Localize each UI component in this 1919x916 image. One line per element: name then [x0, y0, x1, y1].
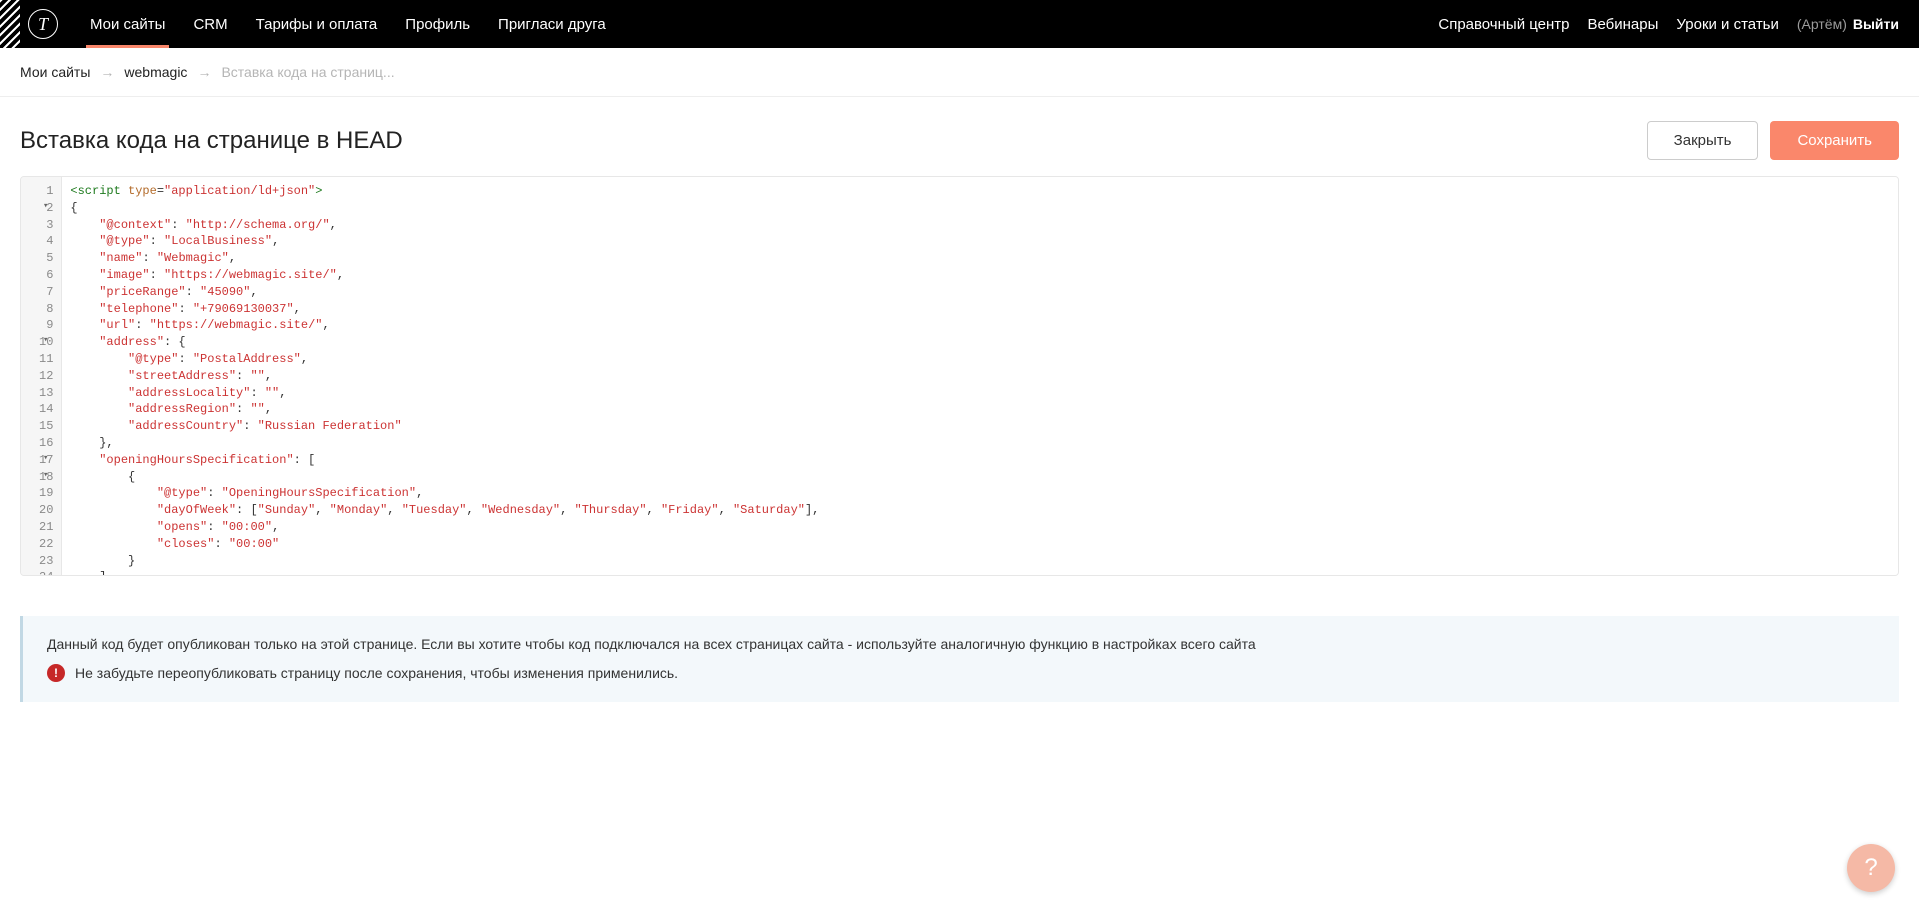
editor-container: 12▾345678910▾11121314151617▾18▾192021222… [0, 176, 1919, 600]
gutter-line: 18▾ [39, 469, 53, 486]
code-line[interactable]: "addressLocality": "", [70, 385, 1890, 402]
header-link-0[interactable]: Справочный центр [1438, 16, 1569, 33]
gutter-line: 3 [39, 217, 53, 234]
breadcrumb: Мои сайты → webmagic → Вставка кода на стран… [0, 48, 1919, 97]
fold-icon[interactable]: ▾ [43, 200, 48, 213]
gutter-line: 10▾ [39, 334, 53, 351]
header-link-2[interactable]: Уроки и статьи [1676, 16, 1778, 33]
code-line[interactable]: "@type": "PostalAddress", [70, 351, 1890, 368]
gutter-line: 1 [39, 183, 53, 200]
breadcrumb-item-1[interactable]: webmagic [124, 64, 187, 80]
alert-text: Не забудьте переопубликовать страницу по… [75, 665, 678, 681]
code-line[interactable]: "telephone": "+79069130037", [70, 301, 1890, 318]
fold-icon[interactable]: ▾ [43, 334, 48, 347]
gutter-line: 16 [39, 435, 53, 452]
line-gutter: 12▾345678910▾11121314151617▾18▾192021222… [21, 177, 62, 575]
gutter-line: 9 [39, 317, 53, 334]
title-row: Вставка кода на странице в HEAD Закрыть … [0, 97, 1919, 176]
app-header: T Мои сайтыCRMТарифы и оплатаПрофильПриг… [0, 0, 1919, 48]
code-line[interactable]: "url": "https://webmagic.site/", [70, 317, 1890, 334]
nav-item-3[interactable]: Профиль [391, 0, 484, 48]
info-text: Данный код будет опубликован только на э… [47, 636, 1875, 652]
gutter-line: 14 [39, 401, 53, 418]
code-line[interactable]: "priceRange": "45090", [70, 284, 1890, 301]
user-block: (Артём) Выйти [1797, 16, 1899, 32]
gutter-line: 11 [39, 351, 53, 368]
info-box: Данный код будет опубликован только на э… [20, 616, 1899, 702]
code-line[interactable]: "streetAddress": "", [70, 368, 1890, 385]
user-name: (Артём) [1797, 16, 1847, 32]
gutter-line: 13 [39, 385, 53, 402]
gutter-line: 2▾ [39, 200, 53, 217]
close-button[interactable]: Закрыть [1647, 121, 1759, 160]
code-line[interactable]: "dayOfWeek": ["Sunday", "Monday", "Tuesd… [70, 502, 1890, 519]
main-nav: Мои сайтыCRMТарифы и оплатаПрофильПригла… [76, 0, 620, 48]
fold-icon[interactable]: ▾ [43, 452, 48, 465]
code-line[interactable]: "name": "Webmagic", [70, 250, 1890, 267]
gutter-line: 5 [39, 250, 53, 267]
code-area[interactable]: <script type="application/ld+json">{ "@c… [62, 177, 1898, 575]
action-buttons: Закрыть Сохранить [1647, 121, 1899, 160]
nav-item-2[interactable]: Тарифы и оплата [242, 0, 392, 48]
gutter-line: 17▾ [39, 452, 53, 469]
gutter-line: 21 [39, 519, 53, 536]
alert-icon: ! [47, 664, 65, 682]
fold-icon[interactable]: ▾ [43, 469, 48, 482]
gutter-line: 23 [39, 553, 53, 570]
breadcrumb-arrow-icon: → [197, 64, 211, 80]
header-links: Справочный центр Вебинары Уроки и статьи [1438, 16, 1779, 33]
gutter-line: 4 [39, 233, 53, 250]
alert-row: ! Не забудьте переопубликовать страницу … [47, 664, 1875, 682]
help-icon: ? [1864, 854, 1877, 882]
code-line[interactable]: "addressCountry": "Russian Federation" [70, 418, 1890, 435]
page-title: Вставка кода на странице в HEAD [20, 127, 403, 155]
code-line[interactable]: } [70, 553, 1890, 570]
breadcrumb-arrow-icon: → [100, 64, 114, 80]
code-line[interactable]: "image": "https://webmagic.site/", [70, 267, 1890, 284]
gutter-line: 6 [39, 267, 53, 284]
gutter-line: 8 [39, 301, 53, 318]
gutter-line: 24 [39, 569, 53, 576]
nav-item-4[interactable]: Пригласи друга [484, 0, 620, 48]
gutter-line: 7 [39, 284, 53, 301]
code-line[interactable]: "openingHoursSpecification": [ [70, 452, 1890, 469]
breadcrumb-item-0[interactable]: Мои сайты [20, 64, 90, 80]
logout-link[interactable]: Выйти [1853, 16, 1899, 32]
gutter-line: 22 [39, 536, 53, 553]
gutter-line: 12 [39, 368, 53, 385]
code-line[interactable]: }, [70, 435, 1890, 452]
code-editor[interactable]: 12▾345678910▾11121314151617▾18▾192021222… [20, 176, 1899, 576]
nav-item-1[interactable]: CRM [179, 0, 241, 48]
save-button[interactable]: Сохранить [1770, 121, 1899, 160]
help-fab[interactable]: ? [1847, 844, 1895, 892]
code-line[interactable]: { [70, 200, 1890, 217]
logo-letter: T [28, 9, 58, 39]
header-right: Справочный центр Вебинары Уроки и статьи (… [1438, 16, 1899, 33]
header-link-1[interactable]: Вебинары [1588, 16, 1659, 33]
breadcrumb-item-2: Вставка кода на страниц... [221, 64, 394, 80]
code-line[interactable]: ] [70, 569, 1890, 575]
code-line[interactable]: "@type": "LocalBusiness", [70, 233, 1890, 250]
nav-item-0[interactable]: Мои сайты [76, 0, 179, 48]
code-line[interactable]: "opens": "00:00", [70, 519, 1890, 536]
code-line[interactable]: <script type="application/ld+json"> [70, 183, 1890, 200]
code-line[interactable]: "@type": "OpeningHoursSpecification", [70, 485, 1890, 502]
code-line[interactable]: "@context": "http://schema.org/", [70, 217, 1890, 234]
gutter-line: 19 [39, 485, 53, 502]
code-line[interactable]: { [70, 469, 1890, 486]
gutter-line: 15 [39, 418, 53, 435]
header-left: T Мои сайтыCRMТарифы и оплатаПрофильПриг… [0, 0, 620, 48]
gutter-line: 20 [39, 502, 53, 519]
logo[interactable]: T [0, 0, 76, 48]
code-line[interactable]: "address": { [70, 334, 1890, 351]
logo-pattern-icon [0, 0, 20, 48]
code-line[interactable]: "addressRegion": "", [70, 401, 1890, 418]
code-line[interactable]: "closes": "00:00" [70, 536, 1890, 553]
